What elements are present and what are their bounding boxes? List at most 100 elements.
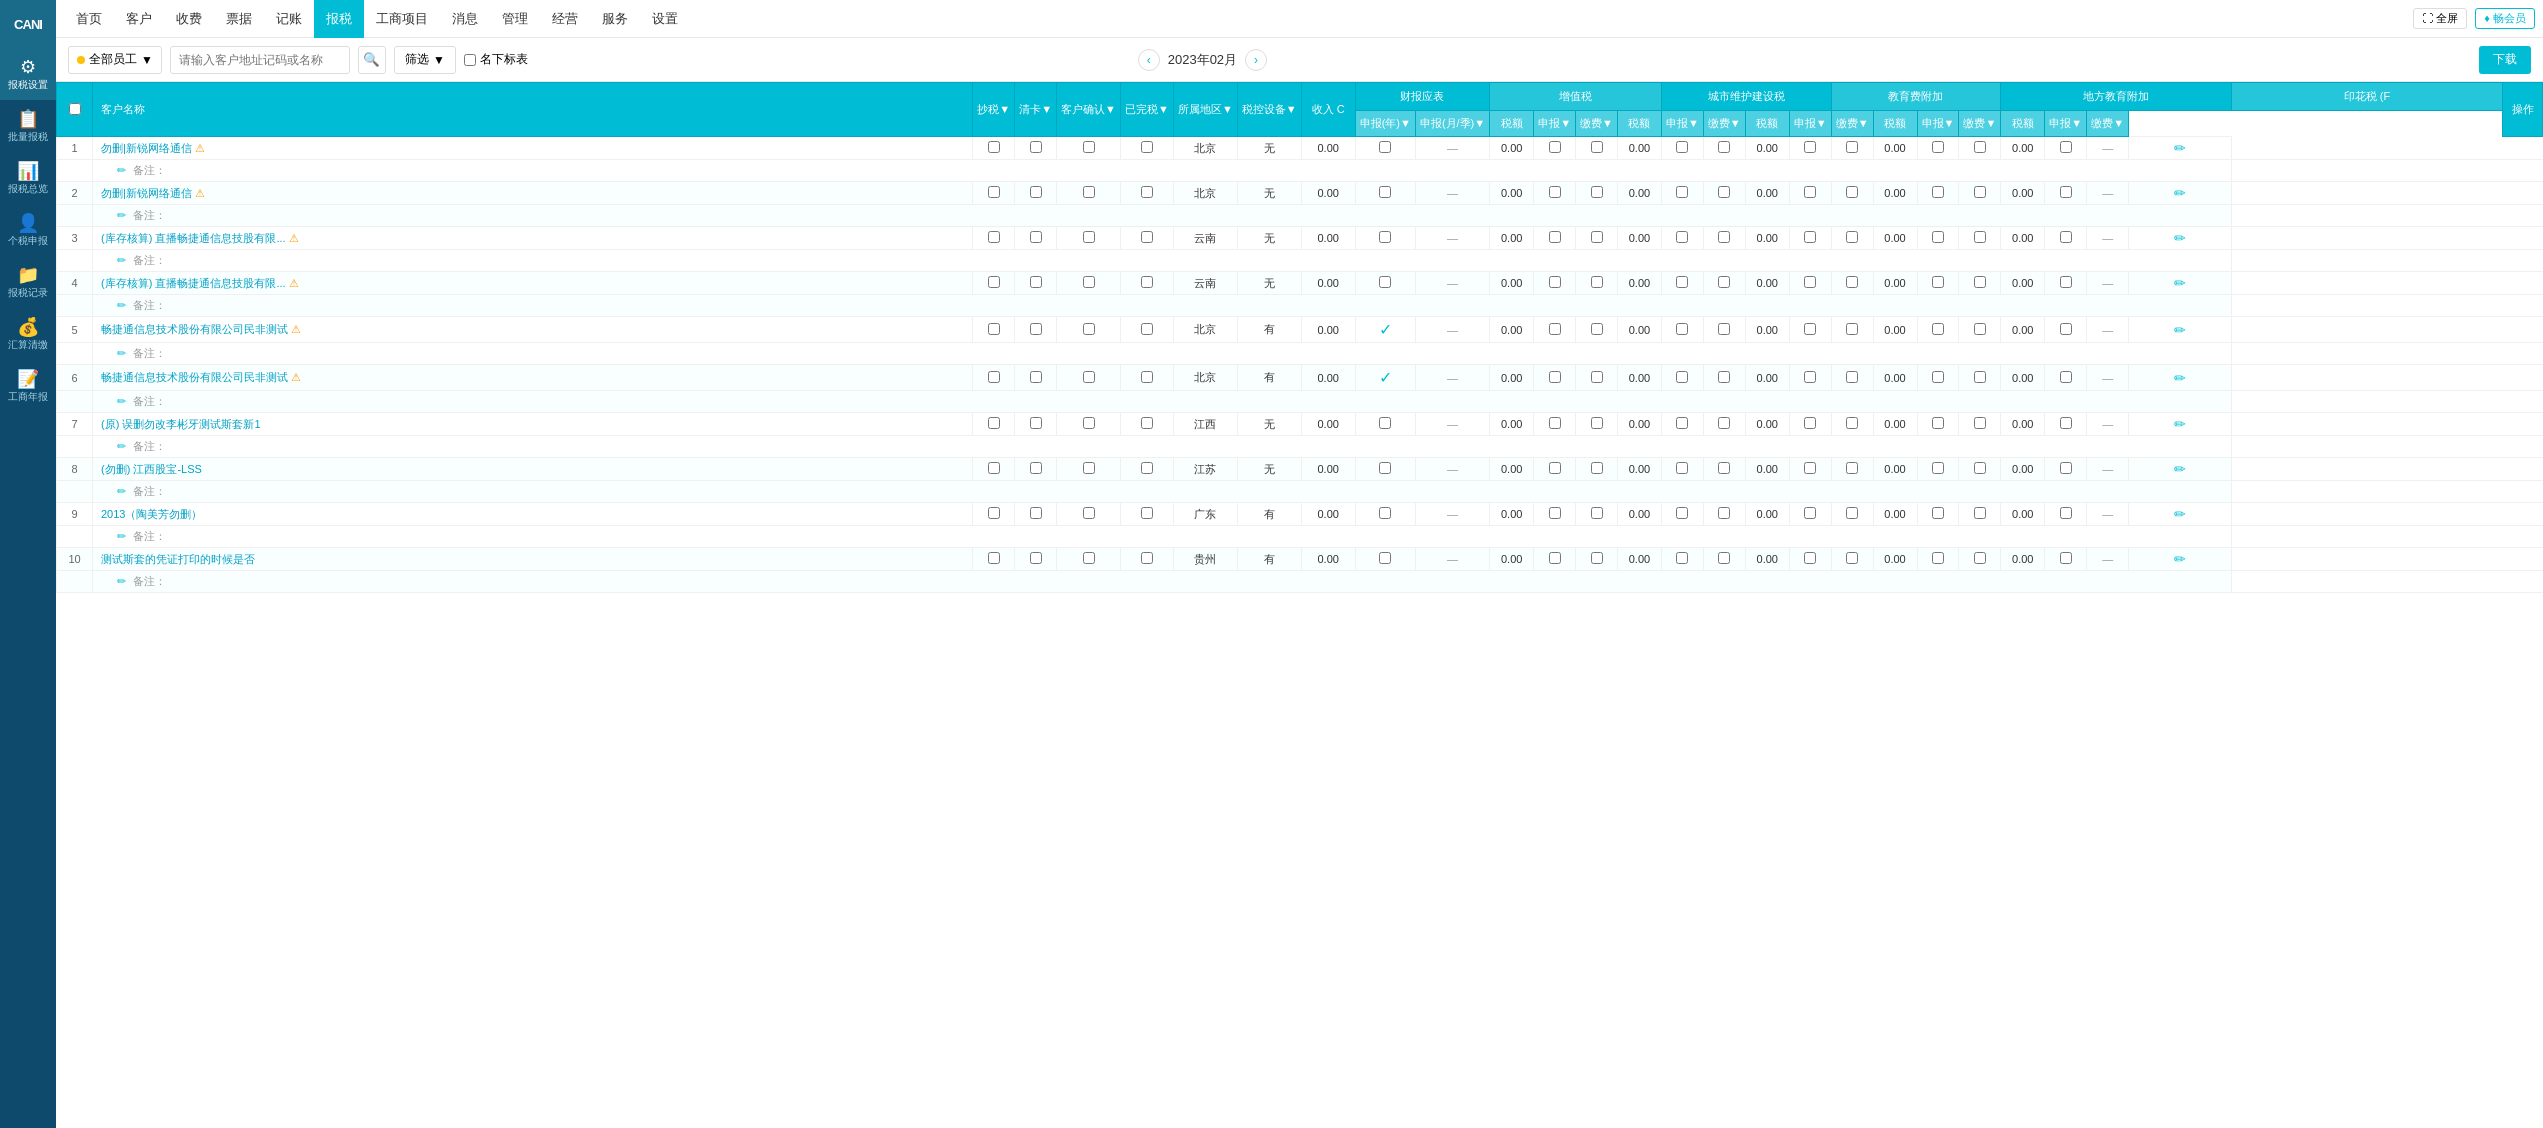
kh-confirm-cell[interactable] bbox=[1057, 458, 1121, 481]
action-cell[interactable]: ✏ bbox=[2129, 458, 2232, 481]
edit-button[interactable]: ✏ bbox=[2174, 275, 2186, 291]
qingka-cell[interactable] bbox=[1015, 365, 1057, 391]
vat-pay-cell[interactable] bbox=[1576, 227, 1618, 250]
employee-filter-select[interactable]: 全部员工 ▼ bbox=[68, 46, 162, 74]
action-cell[interactable]: ✏ bbox=[2129, 137, 2232, 160]
edit-button[interactable]: ✏ bbox=[2174, 370, 2186, 386]
action-cell[interactable]: ✏ bbox=[2129, 548, 2232, 571]
vat-declare-cell[interactable] bbox=[1534, 365, 1576, 391]
qingka-cell[interactable] bbox=[1015, 182, 1057, 205]
vat-pay-cell[interactable] bbox=[1576, 182, 1618, 205]
city-pay-cell[interactable] bbox=[1703, 365, 1745, 391]
action-cell[interactable]: ✏ bbox=[2129, 227, 2232, 250]
kh-confirm-cell[interactable] bbox=[1057, 548, 1121, 571]
chaoshui-cell[interactable] bbox=[973, 365, 1015, 391]
edu-pay-cell[interactable] bbox=[1831, 458, 1873, 481]
finance-year-cell[interactable]: ✓ bbox=[1355, 317, 1415, 343]
sidebar-item-tax-overview[interactable]: 📊 报税总览 bbox=[0, 152, 56, 204]
city-pay-cell[interactable] bbox=[1703, 458, 1745, 481]
edu-pay-cell[interactable] bbox=[1831, 503, 1873, 526]
nav-message[interactable]: 消息 bbox=[440, 0, 490, 38]
vat-pay-cell[interactable] bbox=[1576, 365, 1618, 391]
finance-year-cell[interactable] bbox=[1355, 182, 1415, 205]
action-cell[interactable]: ✏ bbox=[2129, 182, 2232, 205]
sidebar-item-tax-records[interactable]: 📁 报税记录 bbox=[0, 256, 56, 308]
note-edit-icon[interactable]: ✏ bbox=[117, 347, 126, 359]
chaoshui-cell[interactable] bbox=[973, 458, 1015, 481]
local-edu-declare-cell[interactable] bbox=[1917, 227, 1959, 250]
stamp-declare-cell[interactable] bbox=[2045, 182, 2087, 205]
city-pay-cell[interactable] bbox=[1703, 227, 1745, 250]
city-declare-cell[interactable] bbox=[1661, 137, 1703, 160]
edit-button[interactable]: ✏ bbox=[2174, 230, 2186, 246]
named-table-checkbox[interactable] bbox=[464, 54, 476, 66]
city-pay-cell[interactable] bbox=[1703, 548, 1745, 571]
local-edu-declare-cell[interactable] bbox=[1917, 317, 1959, 343]
edu-pay-cell[interactable] bbox=[1831, 272, 1873, 295]
local-edu-pay-cell[interactable] bbox=[1959, 503, 2001, 526]
action-cell[interactable]: ✏ bbox=[2129, 317, 2232, 343]
vat-declare-cell[interactable] bbox=[1534, 272, 1576, 295]
qingka-cell[interactable] bbox=[1015, 413, 1057, 436]
stamp-declare-cell[interactable] bbox=[2045, 458, 2087, 481]
edit-button[interactable]: ✏ bbox=[2174, 416, 2186, 432]
city-declare-cell[interactable] bbox=[1661, 272, 1703, 295]
finance-year-cell[interactable] bbox=[1355, 458, 1415, 481]
finance-year-cell[interactable]: ✓ bbox=[1355, 365, 1415, 391]
yi-tax-cell[interactable] bbox=[1121, 413, 1174, 436]
edu-declare-cell[interactable] bbox=[1789, 458, 1831, 481]
local-edu-declare-cell[interactable] bbox=[1917, 458, 1959, 481]
vat-pay-cell[interactable] bbox=[1576, 413, 1618, 436]
next-month-button[interactable]: › bbox=[1245, 49, 1267, 71]
edit-button[interactable]: ✏ bbox=[2174, 322, 2186, 338]
local-edu-pay-cell[interactable] bbox=[1959, 458, 2001, 481]
vat-pay-cell[interactable] bbox=[1576, 272, 1618, 295]
chaoshui-cell[interactable] bbox=[973, 227, 1015, 250]
action-cell[interactable]: ✏ bbox=[2129, 503, 2232, 526]
city-pay-cell[interactable] bbox=[1703, 182, 1745, 205]
local-edu-pay-cell[interactable] bbox=[1959, 227, 2001, 250]
edit-button[interactable]: ✏ bbox=[2174, 551, 2186, 567]
edit-button[interactable]: ✏ bbox=[2174, 506, 2186, 522]
finance-year-cell[interactable] bbox=[1355, 272, 1415, 295]
edu-declare-cell[interactable] bbox=[1789, 548, 1831, 571]
city-declare-cell[interactable] bbox=[1661, 503, 1703, 526]
city-declare-cell[interactable] bbox=[1661, 413, 1703, 436]
yi-tax-cell[interactable] bbox=[1121, 317, 1174, 343]
city-declare-cell[interactable] bbox=[1661, 548, 1703, 571]
city-declare-cell[interactable] bbox=[1661, 182, 1703, 205]
qingka-cell[interactable] bbox=[1015, 503, 1057, 526]
local-edu-pay-cell[interactable] bbox=[1959, 365, 2001, 391]
city-declare-cell[interactable] bbox=[1661, 227, 1703, 250]
yi-tax-cell[interactable] bbox=[1121, 458, 1174, 481]
edu-pay-cell[interactable] bbox=[1831, 137, 1873, 160]
select-all-checkbox[interactable] bbox=[69, 103, 81, 115]
kh-confirm-cell[interactable] bbox=[1057, 272, 1121, 295]
sidebar-item-personal-tax[interactable]: 👤 个税申报 bbox=[0, 204, 56, 256]
city-declare-cell[interactable] bbox=[1661, 317, 1703, 343]
vat-declare-cell[interactable] bbox=[1534, 227, 1576, 250]
nav-invoice[interactable]: 票据 bbox=[214, 0, 264, 38]
action-cell[interactable]: ✏ bbox=[2129, 365, 2232, 391]
finance-year-cell[interactable] bbox=[1355, 548, 1415, 571]
edu-declare-cell[interactable] bbox=[1789, 317, 1831, 343]
edu-pay-cell[interactable] bbox=[1831, 413, 1873, 436]
nav-tax[interactable]: 报税 bbox=[314, 0, 364, 38]
local-edu-declare-cell[interactable] bbox=[1917, 413, 1959, 436]
nav-billing[interactable]: 收费 bbox=[164, 0, 214, 38]
nav-finance[interactable]: 经营 bbox=[540, 0, 590, 38]
local-edu-declare-cell[interactable] bbox=[1917, 137, 1959, 160]
qingka-cell[interactable] bbox=[1015, 548, 1057, 571]
yi-tax-cell[interactable] bbox=[1121, 365, 1174, 391]
action-cell[interactable]: ✏ bbox=[2129, 413, 2232, 436]
local-edu-pay-cell[interactable] bbox=[1959, 413, 2001, 436]
nav-customer[interactable]: 客户 bbox=[114, 0, 164, 38]
local-edu-pay-cell[interactable] bbox=[1959, 137, 2001, 160]
local-edu-pay-cell[interactable] bbox=[1959, 317, 2001, 343]
edu-pay-cell[interactable] bbox=[1831, 365, 1873, 391]
edit-button[interactable]: ✏ bbox=[2174, 140, 2186, 156]
kh-confirm-cell[interactable] bbox=[1057, 365, 1121, 391]
local-edu-pay-cell[interactable] bbox=[1959, 182, 2001, 205]
edu-pay-cell[interactable] bbox=[1831, 317, 1873, 343]
nav-home[interactable]: 首页 bbox=[64, 0, 114, 38]
